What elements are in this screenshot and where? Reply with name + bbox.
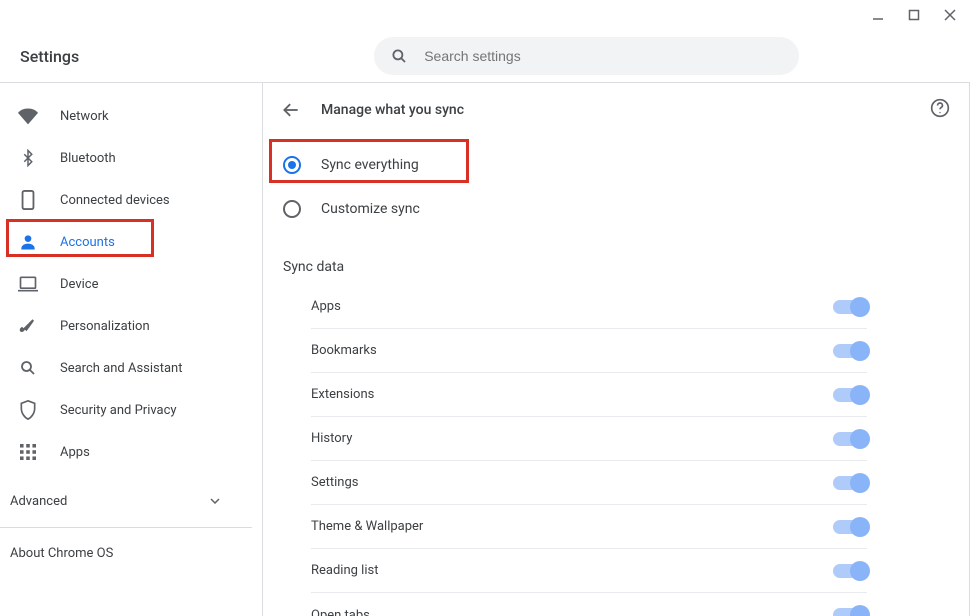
toggle-reading-list[interactable] xyxy=(833,564,867,578)
sync-row-bookmarks: Bookmarks xyxy=(311,329,867,373)
advanced-label: Advanced xyxy=(10,494,67,509)
radio-customize-sync[interactable]: Customize sync xyxy=(263,187,867,231)
phone-icon xyxy=(18,190,38,210)
sync-row-reading-list: Reading list xyxy=(311,549,867,593)
sync-row-settings: Settings xyxy=(311,461,867,505)
toggle-history[interactable] xyxy=(833,432,867,446)
sidebar-item-accounts[interactable]: Accounts xyxy=(0,221,262,263)
row-label: Theme & Wallpaper xyxy=(311,519,423,534)
about-label: About Chrome OS xyxy=(10,546,113,561)
sync-row-theme-wallpaper: Theme & Wallpaper xyxy=(311,505,867,549)
sidebar-item-label: Personalization xyxy=(60,319,150,334)
sidebar-advanced-toggle[interactable]: Advanced xyxy=(0,479,262,523)
sync-row-history: History xyxy=(311,417,867,461)
toggle-open-tabs[interactable] xyxy=(833,608,867,616)
radio-icon xyxy=(283,200,301,218)
toggle-theme-wallpaper[interactable] xyxy=(833,520,867,534)
search-input[interactable] xyxy=(424,48,783,64)
toggle-extensions[interactable] xyxy=(833,388,867,402)
sidebar-item-device[interactable]: Device xyxy=(0,263,262,305)
sidebar-item-network[interactable]: Network xyxy=(0,95,262,137)
row-label: Reading list xyxy=(311,563,378,578)
sidebar-item-bluetooth[interactable]: Bluetooth xyxy=(0,137,262,179)
back-button[interactable] xyxy=(279,98,303,122)
row-label: Extensions xyxy=(311,387,374,402)
sidebar-item-label: Network xyxy=(60,109,109,124)
person-icon xyxy=(18,232,38,252)
sidebar-item-security-privacy[interactable]: Security and Privacy xyxy=(0,389,262,431)
row-label: Apps xyxy=(311,299,341,314)
toggle-settings[interactable] xyxy=(833,476,867,490)
page-title: Manage what you sync xyxy=(321,102,464,118)
section-title-sync-data: Sync data xyxy=(263,231,867,285)
sidebar-item-label: Security and Privacy xyxy=(60,403,177,418)
brush-icon xyxy=(18,316,38,336)
sidebar-item-label: Bluetooth xyxy=(60,151,116,166)
search-icon xyxy=(18,358,38,378)
window-maximize-button[interactable] xyxy=(900,4,928,26)
sidebar-item-label: Device xyxy=(60,277,99,292)
sync-row-open-tabs: Open tabs xyxy=(311,593,867,616)
main-panel: Manage what you sync Sync everything Cus… xyxy=(263,83,969,616)
search-box[interactable] xyxy=(374,37,799,75)
sidebar-item-apps[interactable]: Apps xyxy=(0,431,262,473)
row-label: Open tabs xyxy=(311,608,370,616)
toggle-apps[interactable] xyxy=(833,300,867,314)
app-title: Settings xyxy=(20,47,79,66)
chevron-down-icon xyxy=(210,498,220,504)
sidebar-about[interactable]: About Chrome OS xyxy=(0,528,262,579)
help-icon[interactable] xyxy=(929,97,951,119)
window-minimize-button[interactable] xyxy=(864,4,892,26)
sync-row-extensions: Extensions xyxy=(311,373,867,417)
sidebar-item-label: Apps xyxy=(60,445,90,460)
row-label: Bookmarks xyxy=(311,343,377,358)
sidebar-item-search-assistant[interactable]: Search and Assistant xyxy=(0,347,262,389)
sidebar-item-connected-devices[interactable]: Connected devices xyxy=(0,179,262,221)
shield-icon xyxy=(18,400,38,420)
search-icon xyxy=(390,47,408,65)
apps-grid-icon xyxy=(18,442,38,462)
sync-data-list: Apps Bookmarks Extensions History Settin… xyxy=(263,285,867,616)
radio-label: Customize sync xyxy=(321,201,420,217)
row-label: Settings xyxy=(311,475,358,490)
wifi-icon xyxy=(18,106,38,126)
laptop-icon xyxy=(18,274,38,294)
sidebar-item-label: Accounts xyxy=(60,235,115,250)
sidebar-item-label: Connected devices xyxy=(60,193,170,208)
sidebar-item-label: Search and Assistant xyxy=(60,361,183,376)
radio-icon xyxy=(283,156,301,174)
sidebar: Network Bluetooth Connected devices Acco… xyxy=(0,83,262,616)
sidebar-item-personalization[interactable]: Personalization xyxy=(0,305,262,347)
bluetooth-icon xyxy=(18,148,38,168)
sync-row-apps: Apps xyxy=(311,285,867,329)
row-label: History xyxy=(311,431,352,446)
toggle-bookmarks[interactable] xyxy=(833,344,867,358)
radio-label: Sync everything xyxy=(321,157,419,173)
window-close-button[interactable] xyxy=(936,4,964,26)
radio-sync-everything[interactable]: Sync everything xyxy=(263,143,867,187)
